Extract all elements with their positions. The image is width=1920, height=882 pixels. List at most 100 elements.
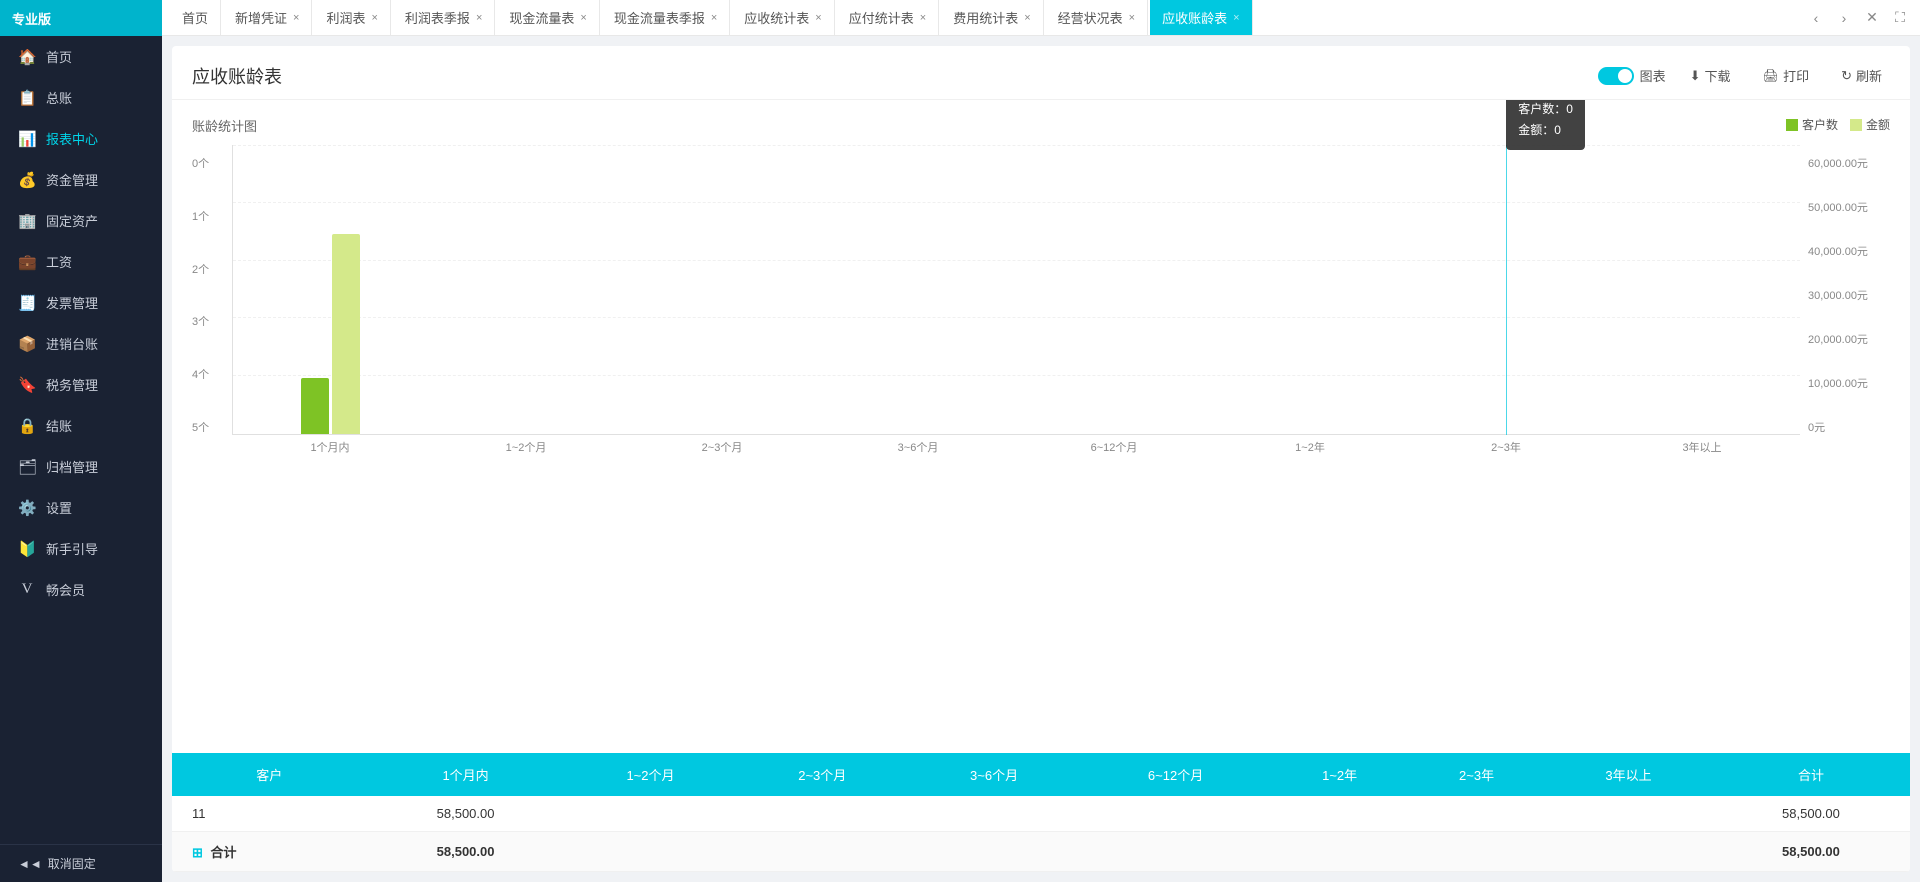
col-header-3year: 3年以上	[1545, 753, 1712, 796]
tab-new-voucher[interactable]: 新增凭证 ×	[223, 0, 312, 36]
bar-group-23month	[625, 155, 821, 434]
sidebar-item-archive[interactable]: 🗂 归档管理	[0, 446, 162, 487]
download-button[interactable]: ⬇ 下载	[1682, 62, 1739, 89]
tab-receivable-stat[interactable]: 应收统计表 ×	[732, 0, 834, 36]
sidebar-item-asset[interactable]: 🏢 固定资产	[0, 200, 162, 241]
pin-icon: ◄◄	[18, 857, 42, 871]
y-axis-right: 0元 10,000.00元 20,000.00元 30,000.00元 40,0…	[1800, 155, 1890, 435]
sidebar-item-ledger[interactable]: 📋 总账	[0, 77, 162, 118]
cell-total: 58,500.00	[1712, 796, 1910, 832]
tab-prev-button[interactable]: ‹	[1804, 6, 1828, 30]
invoice-icon: 🧾	[18, 294, 36, 312]
cell-3year	[1545, 796, 1712, 832]
aging-table: 客户 1个月内 1~2个月 2~3个月 3~6个月 6~12个月 1~2年 2~…	[172, 753, 1910, 872]
tab-expand-button[interactable]: ⛶	[1888, 6, 1912, 30]
fund-icon: 💰	[18, 171, 36, 189]
legend-light-dot	[1850, 119, 1862, 131]
x-axis-labels: 1个月内 1~2个月 2~3个月 3~6个月 6~12个月 1~2年 2~3年 …	[232, 435, 1800, 455]
total-3year	[1545, 832, 1712, 872]
tab-aging-report[interactable]: 应收账龄表 ×	[1150, 0, 1252, 36]
close-tab-operation-stat[interactable]: ×	[1129, 12, 1135, 24]
close-tab-cashflow[interactable]: ×	[580, 12, 586, 24]
col-header-23month: 2~3个月	[736, 753, 908, 796]
bar-group-3year	[1604, 155, 1800, 434]
tab-profit-quarterly[interactable]: 利润表季报 ×	[393, 0, 495, 36]
salary-icon: 💼	[18, 253, 36, 271]
page-title: 应收账龄表	[192, 63, 282, 89]
x-label-12year: 1~2年	[1212, 435, 1408, 455]
sidebar-item-inventory[interactable]: 📦 进销台账	[0, 323, 162, 364]
tab-next-button[interactable]: ›	[1832, 6, 1856, 30]
toggle-label: 图表	[1640, 66, 1666, 85]
page-content: 应收账龄表 图表 ⬇ 下载 🖨 打印 ↻ 刷新	[172, 46, 1910, 872]
bar-green-1month	[301, 378, 329, 434]
sidebar-item-report[interactable]: 📊 报表中心	[0, 118, 162, 159]
chart-area: 账龄统计图 客户数 金额 5个 4个 3个 2个	[172, 100, 1910, 743]
close-tab-payable-stat[interactable]: ×	[920, 12, 926, 24]
toggle-pin-button[interactable]: ◄◄ 取消固定	[0, 844, 162, 882]
tab-home[interactable]: 首页	[170, 0, 221, 36]
tab-profit[interactable]: 利润表 ×	[314, 0, 390, 36]
bar-light-1month	[332, 234, 360, 434]
cell-customer: 11	[172, 796, 367, 832]
close-tab-aging-report[interactable]: ×	[1233, 12, 1239, 24]
content-header: 应收账龄表 图表 ⬇ 下载 🖨 打印 ↻ 刷新	[172, 46, 1910, 100]
cursor-line	[1506, 145, 1507, 435]
tax-icon: 🔖	[18, 376, 36, 394]
bar-group-12month	[429, 155, 625, 434]
main-content: 首页 新增凭证 × 利润表 × 利润表季报 × 现金流量表 × 现金流量表季报 …	[162, 0, 1920, 882]
sidebar-item-tax[interactable]: 🔖 税务管理	[0, 364, 162, 405]
sidebar-item-close[interactable]: 🔒 结账	[0, 405, 162, 446]
toggle-switch-control[interactable]	[1598, 67, 1634, 85]
chart-toggle[interactable]: 图表	[1598, 66, 1666, 85]
col-header-23year: 2~3年	[1408, 753, 1545, 796]
sidebar-item-invoice[interactable]: 🧾 发票管理	[0, 282, 162, 323]
archive-icon: 🗂	[18, 458, 36, 476]
close-tab-new-voucher[interactable]: ×	[293, 12, 299, 24]
bar-group-1month	[233, 155, 429, 434]
close-tab-profit-quarterly[interactable]: ×	[476, 12, 482, 24]
sidebar-item-home[interactable]: 🏠 首页	[0, 36, 162, 77]
close-tab-receivable-stat[interactable]: ×	[815, 12, 821, 24]
col-header-1month: 1个月内	[367, 753, 565, 796]
header-actions: 图表 ⬇ 下载 🖨 打印 ↻ 刷新	[1598, 62, 1890, 89]
close-tab-profit[interactable]: ×	[371, 12, 377, 24]
tab-cashflow-quarterly[interactable]: 现金流量表季报 ×	[602, 0, 730, 36]
guide-icon: 🔰	[18, 540, 36, 558]
refresh-icon: ↻	[1841, 68, 1852, 84]
x-label-12month: 1~2个月	[428, 435, 624, 455]
tooltip-amount: 金额：0	[1518, 120, 1573, 142]
tab-cashflow[interactable]: 现金流量表 ×	[497, 0, 599, 36]
x-label-36month: 3~6个月	[820, 435, 1016, 455]
close-tab-cashflow-quarterly[interactable]: ×	[711, 12, 717, 24]
tab-bar: 首页 新增凭证 × 利润表 × 利润表季报 × 现金流量表 × 现金流量表季报 …	[162, 0, 1920, 36]
sidebar-item-settings[interactable]: ⚙️ 设置	[0, 487, 162, 528]
print-button[interactable]: 🖨 打印	[1755, 62, 1818, 89]
tab-expense-stat[interactable]: 费用统计表 ×	[941, 0, 1043, 36]
tab-payable-stat[interactable]: 应付统计表 ×	[837, 0, 939, 36]
total-12year	[1271, 832, 1408, 872]
legend-customer-count: 客户数	[1786, 116, 1838, 133]
tab-nav: ‹ › ✕ ⛶	[1804, 6, 1912, 30]
data-table-wrapper: 客户 1个月内 1~2个月 2~3个月 3~6个月 6~12个月 1~2年 2~…	[172, 753, 1910, 872]
sidebar-item-member[interactable]: V 畅会员	[0, 569, 162, 610]
refresh-button[interactable]: ↻ 刷新	[1833, 62, 1890, 89]
member-icon: V	[18, 581, 36, 598]
cell-1month: 58,500.00	[367, 796, 565, 832]
col-header-612month: 6~12个月	[1080, 753, 1271, 796]
tab-close-button[interactable]: ✕	[1860, 6, 1884, 30]
table-row: 11 58,500.00 58,500.00	[172, 796, 1910, 832]
bar-group-12year	[1212, 155, 1408, 434]
col-header-36month: 3~6个月	[908, 753, 1080, 796]
x-label-23year: 2~3年	[1408, 435, 1604, 455]
download-icon: ⬇	[1690, 68, 1701, 84]
sidebar-item-fund[interactable]: 💰 资金管理	[0, 159, 162, 200]
total-icon: ⊞	[192, 845, 203, 860]
report-icon: 📊	[18, 130, 36, 148]
print-icon: 🖨	[1763, 68, 1780, 84]
tab-operation-stat[interactable]: 经营状况表 ×	[1046, 0, 1148, 36]
sidebar-item-salary[interactable]: 💼 工资	[0, 241, 162, 282]
close-tab-expense-stat[interactable]: ×	[1024, 12, 1030, 24]
sidebar-item-guide[interactable]: 🔰 新手引导	[0, 528, 162, 569]
total-1month: 58,500.00	[367, 832, 565, 872]
